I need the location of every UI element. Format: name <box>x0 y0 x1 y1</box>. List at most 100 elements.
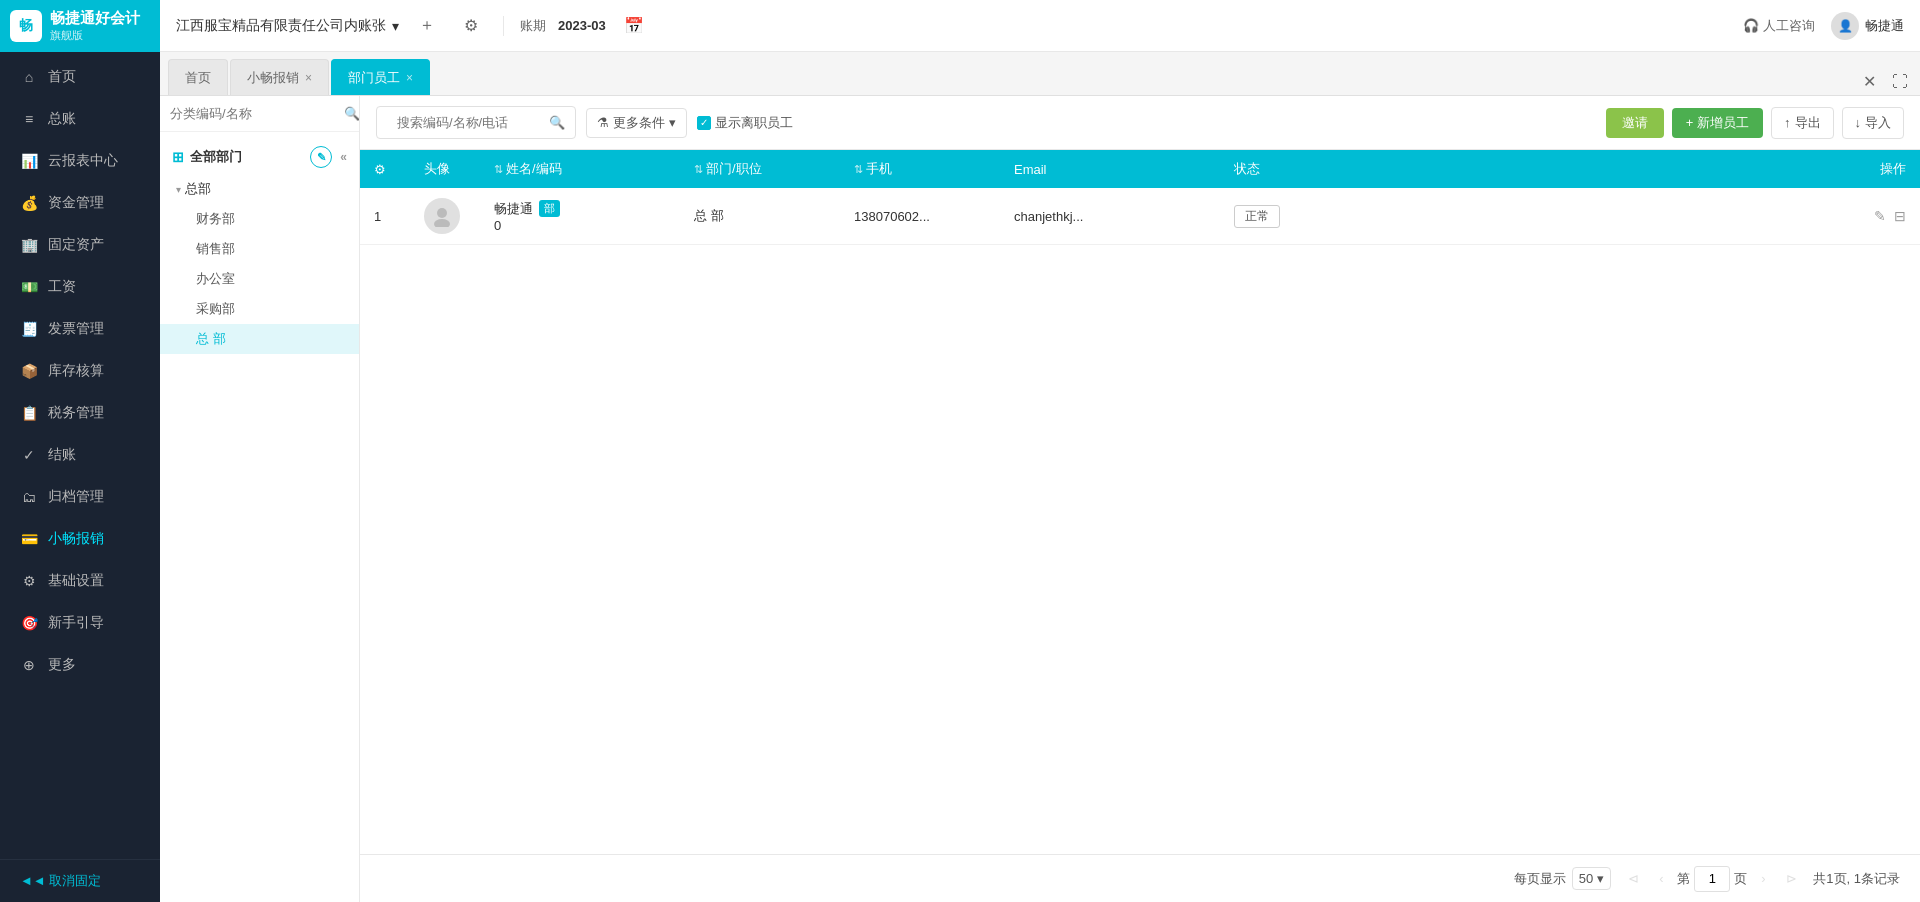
sidebar-item-more[interactable]: ⊕ 更多 <box>0 644 160 686</box>
collapse-tree-button[interactable]: « <box>340 150 347 164</box>
sidebar-item-capital[interactable]: 💰 资金管理 <box>0 182 160 224</box>
tax-icon: 📋 <box>20 404 38 422</box>
page-number-input[interactable] <box>1694 866 1730 892</box>
edit-dept-button[interactable]: ✎ <box>310 146 332 168</box>
settings-button[interactable]: ⚙ <box>455 10 487 42</box>
sidebar-item-home[interactable]: ⌂ 首页 <box>0 56 160 98</box>
logout-employee-button[interactable]: ⊟ <box>1894 208 1906 224</box>
service-button[interactable]: 🎧 人工咨询 <box>1743 17 1815 35</box>
sidebar-item-ledger[interactable]: ≡ 总账 <box>0 98 160 140</box>
dept-search-input[interactable] <box>170 106 338 121</box>
sidebar-item-salary[interactable]: 💵 工资 <box>0 266 160 308</box>
assets-icon: 🏢 <box>20 236 38 254</box>
col-settings[interactable]: ⚙ <box>360 150 410 188</box>
close-tab-button[interactable]: ✕ <box>1859 68 1880 95</box>
company-selector[interactable]: 江西服宝精品有限责任公司内账张 ▾ <box>176 17 399 35</box>
sidebar-item-label: 归档管理 <box>48 488 104 506</box>
sidebar-item-label: 总账 <box>48 110 76 128</box>
xiaochang-icon: 💳 <box>20 530 38 548</box>
sidebar-item-guide[interactable]: 🎯 新手引导 <box>0 602 160 644</box>
guide-icon: 🎯 <box>20 614 38 632</box>
employee-search-input[interactable] <box>387 111 543 134</box>
page-nav: ⊲ ‹ 第 页 › ⊳ <box>1621 866 1803 892</box>
all-dept-node[interactable]: ⊞ 全部部门 ✎ « <box>160 140 359 174</box>
filter-icon: ⚗ <box>597 115 609 130</box>
dept-finance[interactable]: 财务部 <box>160 204 359 234</box>
dept-purchase[interactable]: 采购部 <box>160 294 359 324</box>
export-button[interactable]: ↑ 导出 <box>1771 107 1834 139</box>
dept-search-icon[interactable]: 🔍 <box>344 106 360 121</box>
sidebar-item-checkout[interactable]: ✓ 结账 <box>0 434 160 476</box>
home-icon: ⌂ <box>20 68 38 86</box>
archive-icon: 🗂 <box>20 488 38 506</box>
sidebar-item-reports[interactable]: 📊 云报表中心 <box>0 140 160 182</box>
sidebar-item-settings[interactable]: ⚙ 基础设置 <box>0 560 160 602</box>
col-avatar: 头像 <box>410 150 480 188</box>
page-size-selector: 每页显示 50 ▾ <box>1514 867 1611 890</box>
employee-search-icon[interactable]: 🔍 <box>549 115 565 130</box>
dept-sales[interactable]: 销售部 <box>160 234 359 264</box>
tab-xiaochang[interactable]: 小畅报销 × <box>230 59 329 95</box>
more-filter-button[interactable]: ⚗ 更多条件 ▾ <box>586 108 687 138</box>
import-button[interactable]: ↓ 导入 <box>1842 107 1905 139</box>
left-panel: 🔍 ⊞ 全部部门 ✎ « ▾ 总部 财务部 <box>160 96 360 902</box>
table-header-row: ⚙ 头像 姓名/编码 部门/职位 手机 <box>360 150 1920 188</box>
prev-page-button[interactable]: ‹ <box>1649 867 1673 891</box>
filter-dropdown-icon: ▾ <box>669 115 676 130</box>
col-email: Email <box>1000 150 1220 188</box>
sidebar-item-archive[interactable]: 🗂 归档管理 <box>0 476 160 518</box>
col-name[interactable]: 姓名/编码 <box>480 150 680 188</box>
sidebar-item-label: 税务管理 <box>48 404 104 422</box>
show-resigned-toggle[interactable]: ✓ 显示离职员工 <box>697 114 793 132</box>
sidebar-item-inventory[interactable]: 📦 库存核算 <box>0 350 160 392</box>
all-dept-label: 全部部门 <box>190 148 242 166</box>
dept-general[interactable]: 总 部 <box>160 324 359 354</box>
employee-toolbar: 🔍 ⚗ 更多条件 ▾ ✓ 显示离职员工 邀请 + 新增员工 ↑ 导出 <box>360 96 1920 150</box>
tab-dept-employee[interactable]: 部门员工 × <box>331 59 430 95</box>
employee-table: ⚙ 头像 姓名/编码 部门/职位 手机 <box>360 150 1920 245</box>
dept-office-label: 办公室 <box>196 271 235 286</box>
invite-button[interactable]: 邀请 <box>1606 108 1664 138</box>
export-icon: ↑ <box>1784 115 1791 130</box>
sidebar-item-xiaochang[interactable]: 💳 小畅报销 <box>0 518 160 560</box>
logo-icon: 畅 <box>10 10 42 42</box>
show-resigned-checkbox[interactable]: ✓ <box>697 116 711 130</box>
invoice-icon: 🧾 <box>20 320 38 338</box>
filter-label: 更多条件 <box>613 114 665 132</box>
page-size-select[interactable]: 50 ▾ <box>1572 867 1611 890</box>
employee-dept-badge: 部 <box>539 200 560 217</box>
cell-email: chanjethkj... <box>1000 188 1220 245</box>
cell-no: 1 <box>360 188 410 245</box>
add-employee-button[interactable]: + 新增员工 <box>1672 108 1763 138</box>
col-phone[interactable]: 手机 <box>840 150 1000 188</box>
user-menu[interactable]: 👤 畅捷通 <box>1831 12 1904 40</box>
unpin-sidebar-button[interactable]: ◄◄ 取消固定 <box>0 859 160 902</box>
sidebar-nav: ⌂ 首页 ≡ 总账 📊 云报表中心 💰 资金管理 🏢 固定资产 💵 工资 🧾 发… <box>0 52 160 859</box>
reports-icon: 📊 <box>20 152 38 170</box>
first-page-button[interactable]: ⊲ <box>1621 867 1645 891</box>
sidebar-item-label: 云报表中心 <box>48 152 118 170</box>
edit-employee-button[interactable]: ✎ <box>1874 208 1886 224</box>
user-name: 畅捷通 <box>1865 17 1904 35</box>
headquarters-header[interactable]: ▾ 总部 <box>160 174 359 204</box>
sidebar-item-assets[interactable]: 🏢 固定资产 <box>0 224 160 266</box>
tab-home[interactable]: 首页 <box>168 59 228 95</box>
topbar: 江西服宝精品有限责任公司内账张 ▾ ＋ ⚙ 账期 2023-03 📅 🎧 人工咨… <box>160 0 1920 52</box>
dept-office[interactable]: 办公室 <box>160 264 359 294</box>
sidebar-item-invoice[interactable]: 🧾 发票管理 <box>0 308 160 350</box>
col-dept[interactable]: 部门/职位 <box>680 150 840 188</box>
tab-xiaochang-close[interactable]: × <box>305 71 312 85</box>
tab-dept-close[interactable]: × <box>406 71 413 85</box>
employee-name: 畅捷通 <box>494 200 533 218</box>
last-page-button[interactable]: ⊳ <box>1779 867 1803 891</box>
sidebar-item-tax[interactable]: 📋 税务管理 <box>0 392 160 434</box>
cell-avatar <box>410 188 480 245</box>
add-company-button[interactable]: ＋ <box>411 10 443 42</box>
sidebar-item-label: 更多 <box>48 656 76 674</box>
more-icon: ⊕ <box>20 656 38 674</box>
calendar-icon[interactable]: 📅 <box>618 10 650 42</box>
maximize-tab-button[interactable]: ⛶ <box>1888 69 1912 95</box>
table-row: 1 畅捷通 <box>360 188 1920 245</box>
headset-icon: 🎧 <box>1743 18 1759 33</box>
next-page-button[interactable]: › <box>1751 867 1775 891</box>
